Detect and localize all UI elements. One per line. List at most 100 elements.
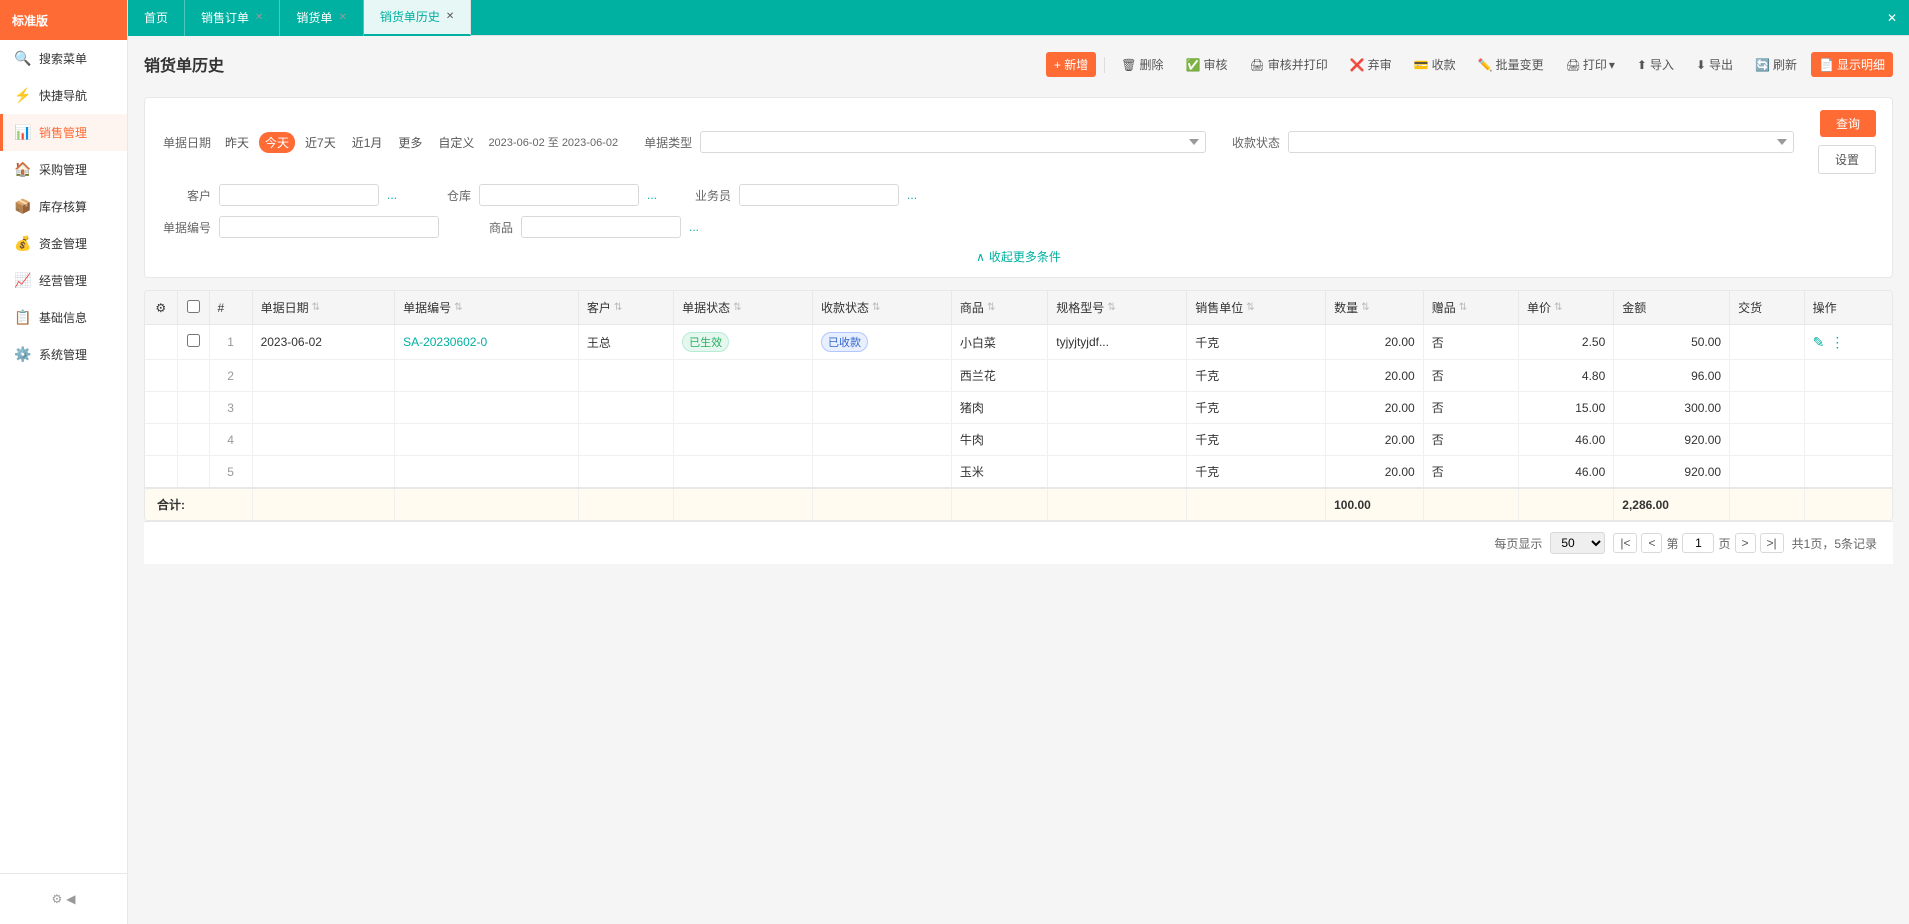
refresh-button[interactable]: 🔄 刷新 — [1747, 52, 1805, 77]
system-icon: ⚙️ — [15, 347, 31, 363]
more-icon[interactable]: ⋮ — [1830, 334, 1844, 351]
date-custom-btn[interactable]: 自定义 — [432, 132, 480, 153]
col-spec-type[interactable]: 规格型号⇅ — [1048, 291, 1187, 325]
row-checkbox[interactable] — [187, 334, 200, 347]
abandon-button[interactable]: ❌ 弃审 — [1342, 52, 1400, 77]
query-button[interactable]: 查询 — [1820, 110, 1876, 137]
col-customer[interactable]: 客户⇅ — [578, 291, 673, 325]
sidebar-item-inventory[interactable]: 📦 库存核算 — [0, 188, 127, 225]
inventory-icon: 📦 — [15, 199, 31, 215]
export-button[interactable]: ⬇ 导出 — [1688, 52, 1741, 77]
salesperson-ellipsis[interactable]: ... — [907, 188, 917, 202]
salesperson-input[interactable] — [739, 184, 899, 206]
date-more-btn[interactable]: 更多 — [392, 132, 428, 153]
print-review-button[interactable]: 🖨 审核并打印 — [1241, 52, 1335, 77]
sidebar-item-sales-mgmt[interactable]: 📊 销售管理 — [0, 114, 127, 151]
sidebar-item-label: 基础信息 — [39, 309, 87, 326]
col-quantity[interactable]: 数量⇅ — [1326, 291, 1424, 325]
sort-icon: ⇅ — [733, 302, 741, 313]
page-title: 销货单历史 — [144, 52, 224, 76]
warehouse-ellipsis[interactable]: ... — [647, 188, 657, 202]
sidebar-settings-btn[interactable]: ⚙ ◀ — [0, 884, 127, 914]
checkbox-column-header[interactable] — [177, 291, 209, 325]
col-goods[interactable]: 商品⇅ — [951, 291, 1047, 325]
payment-status-badge: 已收款 — [821, 332, 868, 352]
goods-input[interactable] — [521, 216, 681, 238]
sidebar-item-quick-nav[interactable]: ⚡ 快捷导航 — [0, 77, 127, 114]
col-payment-status[interactable]: 收款状态⇅ — [813, 291, 952, 325]
customer-input[interactable] — [219, 184, 379, 206]
col-gift[interactable]: 赠品⇅ — [1423, 291, 1518, 325]
delete-button[interactable]: 🗑 删除 — [1113, 52, 1171, 77]
sort-icon: ⇅ — [1107, 302, 1115, 313]
doc-number-input[interactable] — [219, 216, 439, 238]
sidebar-search-label: 搜索菜单 — [39, 50, 87, 67]
sidebar-item-system[interactable]: ⚙️ 系统管理 — [0, 336, 127, 373]
col-doc-status[interactable]: 单据状态⇅ — [674, 291, 813, 325]
batch-change-button[interactable]: ✏️ 批量变更 — [1470, 52, 1552, 77]
page-of-label: 第 — [1666, 535, 1678, 552]
edit-icon[interactable]: ✎ — [1813, 334, 1825, 351]
tab-sales-order[interactable]: 销售订单 ✕ — [185, 0, 280, 36]
date-7days-btn[interactable]: 近7天 — [299, 132, 342, 153]
display-details-button[interactable]: 📄 显示明细 — [1811, 52, 1893, 77]
filter-goods: 商品 ... — [463, 216, 699, 238]
sidebar-item-finance[interactable]: 💰 资金管理 — [0, 225, 127, 262]
goods-ellipsis[interactable]: ... — [689, 220, 699, 234]
filter-date: 单据日期 昨天 今天 近7天 近1月 更多 自定义 2023-06-02 至 2… — [161, 132, 618, 153]
select-all-checkbox[interactable] — [187, 300, 200, 313]
sidebar-item-operations[interactable]: 📈 经营管理 — [0, 262, 127, 299]
page-label: 页 — [1718, 535, 1730, 552]
review-button[interactable]: ✅ 审核 — [1178, 52, 1236, 77]
page-size-select[interactable]: 50 100 200 — [1550, 532, 1605, 554]
date-today-btn[interactable]: 今天 — [259, 132, 295, 153]
gear-column-header[interactable]: ⚙ — [145, 291, 177, 325]
import-button[interactable]: ⬆ 导入 — [1629, 52, 1682, 77]
doc-type-select[interactable] — [700, 131, 1206, 153]
customer-label: 客户 — [161, 187, 211, 204]
col-sales-unit[interactable]: 销售单位⇅ — [1187, 291, 1326, 325]
page-prev-btn[interactable]: < — [1641, 533, 1662, 553]
sidebar-search[interactable]: 🔍 搜索菜单 — [0, 40, 127, 77]
tab-sales-history[interactable]: 销货单历史 ✕ — [364, 0, 471, 36]
tab-sales-invoice[interactable]: 销货单 ✕ — [280, 0, 363, 36]
payment-status-label: 收款状态 — [1230, 134, 1280, 151]
gear-icon[interactable]: ⚙ — [155, 301, 166, 315]
set-button[interactable]: 设置 — [1818, 145, 1876, 174]
tab-close-icon[interactable]: ✕ — [255, 12, 263, 23]
tab-close-all[interactable]: ✕ — [1875, 11, 1909, 25]
payment-status-select[interactable] — [1288, 131, 1794, 153]
tab-close-icon[interactable]: ✕ — [338, 12, 346, 23]
review-icon: ✅ — [1186, 58, 1201, 72]
summary-quantity: 100.00 — [1326, 488, 1424, 520]
date-1month-btn[interactable]: 近1月 — [346, 132, 389, 153]
collapse-button[interactable]: ∧ 收起更多条件 — [161, 248, 1876, 265]
doc-number-link[interactable]: SA-20230602-0 — [403, 335, 487, 349]
page-num-input[interactable] — [1682, 533, 1714, 553]
sidebar-item-base-info[interactable]: 📋 基础信息 — [0, 299, 127, 336]
page-next-btn[interactable]: > — [1735, 533, 1756, 553]
collapse-icon: ◀ — [66, 892, 75, 906]
sidebar-item-purchase-mgmt[interactable]: 🏠 采购管理 — [0, 151, 127, 188]
col-doc-number[interactable]: 单据编号⇅ — [395, 291, 579, 325]
table-row: 2 西兰花 千克 20.00 否 4.80 96.00 — [145, 360, 1892, 392]
warehouse-input[interactable] — [479, 184, 639, 206]
tab-close-icon[interactable]: ✕ — [446, 11, 454, 22]
page-last-btn[interactable]: >| — [1760, 533, 1784, 553]
pagination: 每页显示 50 100 200 |< < 第 页 > >| 共1页，5条记录 — [144, 521, 1893, 564]
base-info-icon: 📋 — [15, 310, 31, 326]
col-doc-date[interactable]: 单据日期⇅ — [252, 291, 395, 325]
filter-doc-number: 单据编号 — [161, 216, 439, 238]
new-button[interactable]: + 新增 — [1046, 52, 1096, 77]
collect-button[interactable]: 💳 收款 — [1406, 52, 1464, 77]
print-button[interactable]: 🖨 打印 ▾ — [1558, 52, 1623, 77]
warehouse-label: 仓库 — [421, 187, 471, 204]
tab-home[interactable]: 首页 — [128, 0, 185, 36]
tab-label: 销货单历史 — [380, 8, 440, 25]
table-row: 4 牛肉 千克 20.00 否 46.00 920.00 — [145, 424, 1892, 456]
date-yesterday-btn[interactable]: 昨天 — [219, 132, 255, 153]
col-unit-price[interactable]: 单价⇅ — [1519, 291, 1614, 325]
customer-ellipsis[interactable]: ... — [387, 188, 397, 202]
page-first-btn[interactable]: |< — [1613, 533, 1637, 553]
toolbar: + 新增 🗑 删除 ✅ 审核 🖨 审核并打印 ❌ 弃审 — [1046, 52, 1893, 77]
